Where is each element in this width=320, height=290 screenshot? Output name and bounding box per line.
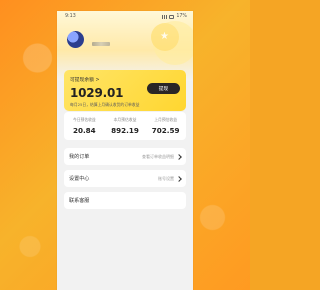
- status-bar: 9:13 17%: [57, 11, 193, 22]
- status-battery-text: 17%: [176, 14, 187, 19]
- avatar[interactable]: [67, 31, 84, 48]
- menu-item-settings-hint: 账号设置: [158, 175, 174, 181]
- menu-item-support[interactable]: 联系客服: [64, 192, 186, 209]
- balance-note: 每月25日，结算上月确认收货的订单收益: [70, 102, 140, 107]
- signal-icon: [162, 14, 168, 19]
- chevron-right-icon: [176, 175, 182, 182]
- menu-item-support-label: 联系客服: [69, 198, 90, 204]
- menu-item-orders-right: 查看订单收益明细: [142, 153, 182, 160]
- menu-item-settings-label: 设置中心: [69, 176, 90, 182]
- stat-today: 今日预估收益 20.84: [64, 117, 105, 135]
- menu-item-orders[interactable]: 我的订单 查看订单收益明细: [64, 148, 186, 165]
- menu-item-settings[interactable]: 设置中心 账号设置: [64, 170, 186, 187]
- balance-card[interactable]: 可提现余额 > 1029.01 每月25日，结算上月确认收货的订单收益 提现: [64, 70, 186, 111]
- stat-last-month: 上月预估收益 702.59: [145, 117, 186, 135]
- menu-item-settings-right: 账号设置: [158, 175, 182, 182]
- phone-screen: ★ 9:13 17% 可提现余额 > 1029.01 每月25日，结算上月确认收…: [57, 11, 193, 290]
- balance-label[interactable]: 可提现余额 >: [70, 76, 180, 83]
- stat-last-month-value: 702.59: [151, 126, 180, 135]
- menu-item-orders-hint: 查看订单收益明细: [142, 153, 174, 159]
- menu-item-orders-label: 我的订单: [69, 154, 90, 160]
- star-icon: ★: [160, 31, 169, 42]
- withdraw-button[interactable]: 提现: [147, 83, 180, 94]
- earnings-stats: 今日预估收益 20.84 本月预估收益 892.19 上月预估收益 702.59: [64, 112, 186, 140]
- stat-this-month: 本月预估收益 892.19: [105, 117, 146, 135]
- stat-last-month-label: 上月预估收益: [154, 117, 178, 122]
- status-right: 17%: [162, 14, 187, 19]
- stat-this-month-value: 892.19: [111, 126, 139, 135]
- blurred-user-info: [92, 42, 110, 46]
- stat-this-month-label: 本月预估收益: [113, 117, 137, 122]
- stat-today-value: 20.84: [72, 126, 96, 135]
- battery-icon: [169, 14, 175, 19]
- stat-today-label: 今日预估收益: [72, 117, 96, 122]
- status-time: 9:13: [65, 14, 76, 19]
- chevron-right-icon: [176, 153, 182, 160]
